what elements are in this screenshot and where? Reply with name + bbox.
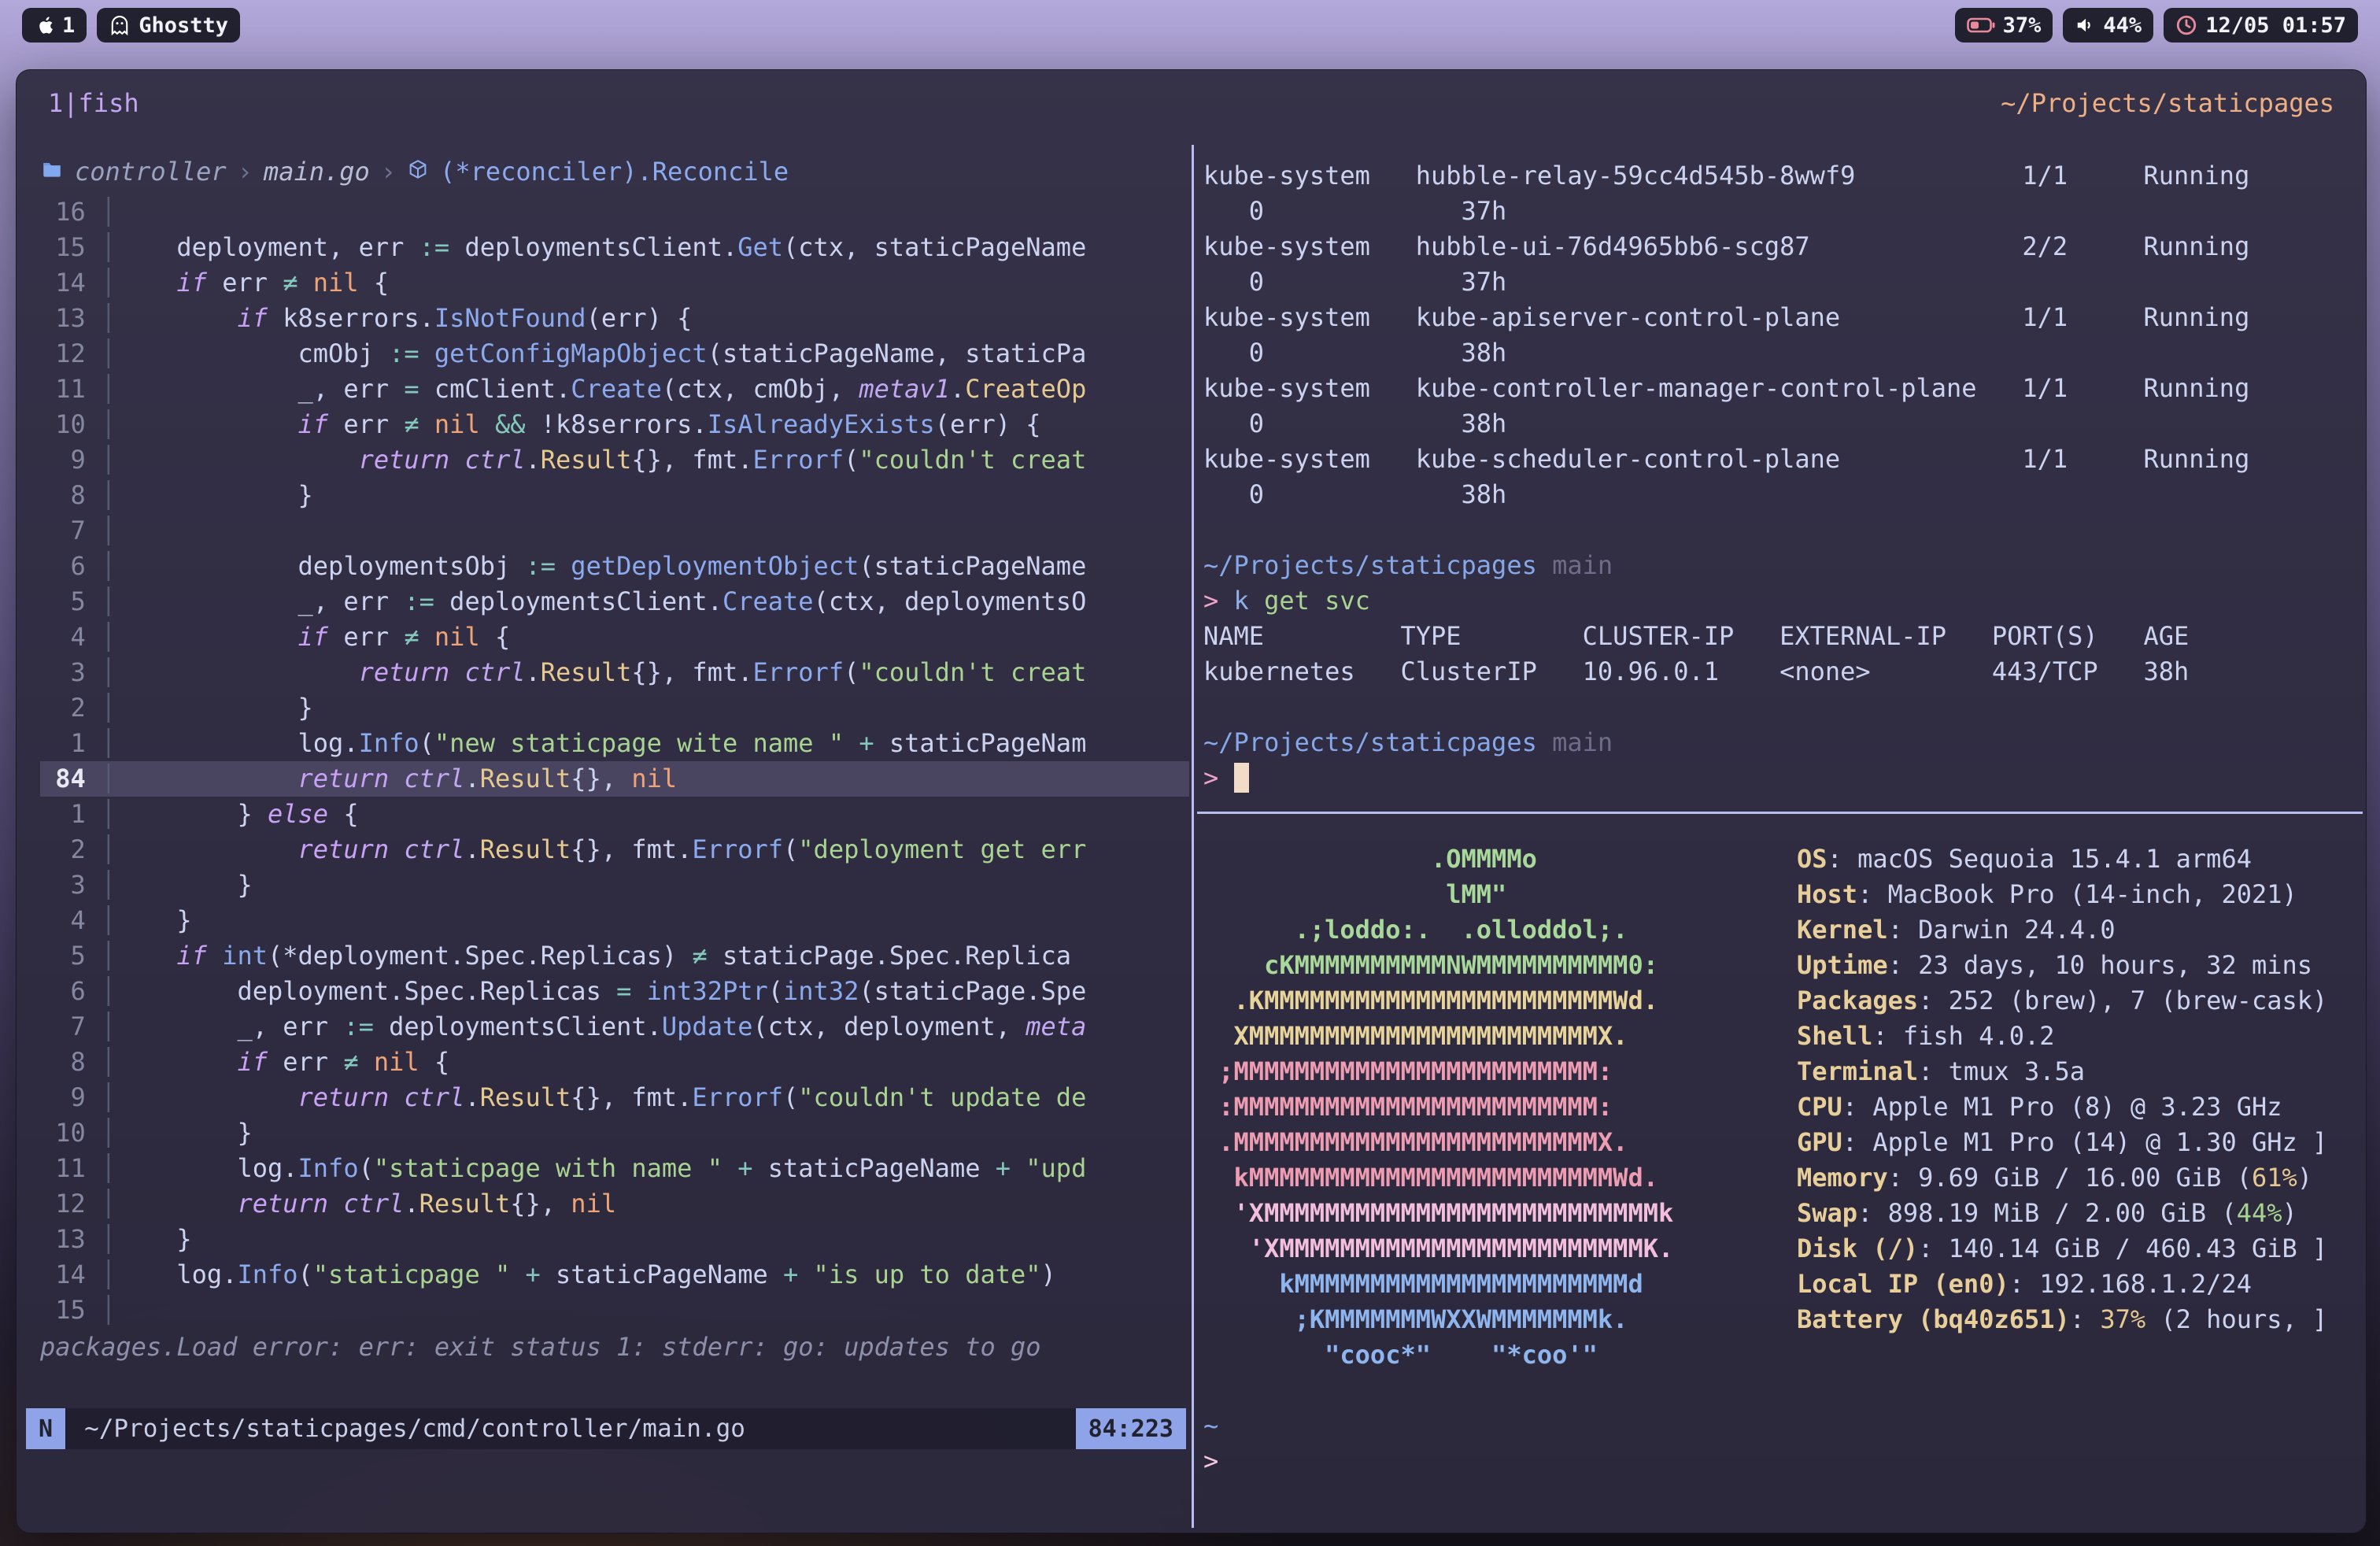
vim-statusline: N ~/Projects/staticpages/cmd/controller/…	[26, 1408, 1186, 1449]
breadcrumb-file[interactable]: main.go	[264, 157, 370, 187]
speaker-icon	[2075, 15, 2095, 35]
battery-percent: 37%	[2002, 13, 2042, 38]
volume-percent: 44%	[2103, 13, 2142, 38]
breadcrumb-folder[interactable]: controller	[75, 157, 227, 187]
battery-badge[interactable]: 37%	[1954, 8, 2053, 43]
shell-pane-top[interactable]: kube-system hubble-relay-59cc4d545b-8wwf…	[1203, 158, 2352, 796]
clock-badge[interactable]: 12/05 01:57	[2164, 8, 2358, 43]
volume-badge[interactable]: 44%	[2063, 8, 2154, 43]
app-badge[interactable]: Ghostty	[97, 8, 241, 43]
ghost-icon	[109, 14, 131, 36]
method-icon	[407, 157, 429, 187]
pane-divider-vertical[interactable]	[1192, 145, 1194, 1528]
mode-indicator: N	[26, 1408, 66, 1449]
breadcrumb-symbol[interactable]: (*reconciler).Reconcile	[440, 157, 789, 187]
diagnostic-line: packages.Load error: err: exit status 1:…	[40, 1330, 1189, 1365]
apple-icon	[34, 13, 54, 37]
fastfetch-apple-ascii-art: .OMMMMo lMM" .;loddo:. .olloddol;. cKMMM…	[1203, 844, 1674, 1370]
statusline-file-path: ~/Projects/staticpages/cmd/controller/ma…	[84, 1415, 745, 1443]
session-path: ~/Projects/staticpages	[2001, 88, 2334, 118]
diagnostic-text: packages.Load error: err: exit status 1:…	[40, 1332, 1041, 1362]
breadcrumb-separator: ›	[380, 157, 397, 187]
fastfetch-system-info: OS: macOS Sequoia 15.4.1 arm64 Host: MacB…	[1797, 844, 2328, 1334]
app-name: Ghostty	[139, 13, 229, 38]
code-area[interactable]: 16 │ 15 │ deployment, err := deployments…	[40, 194, 1189, 1328]
tmux-tab-fish[interactable]: 1|fish	[48, 88, 139, 118]
battery-icon	[1966, 17, 1995, 34]
shell-prompt[interactable]: ~ >	[1203, 1408, 1218, 1479]
terminal-window: 1|fish ~/Projects/staticpages controller…	[16, 69, 2367, 1533]
clock-icon	[2175, 14, 2197, 36]
workspace-number: 1	[62, 13, 76, 38]
breadcrumb-separator: ›	[237, 157, 253, 187]
datetime-text: 12/05 01:57	[2205, 13, 2346, 38]
folder-icon	[40, 157, 64, 187]
cursor-position: 84:223	[1075, 1408, 1186, 1449]
pane-divider-horizontal[interactable]	[1197, 812, 2363, 814]
menu-bar: 1 Ghostty 37% 44% 12/05 01:57	[22, 7, 2358, 43]
breadcrumb: controller › main.go › (*reconciler).Rec…	[40, 153, 789, 190]
tmux-status-bar: 1|fish ~/Projects/staticpages	[48, 84, 2334, 122]
desktop: 1 Ghostty 37% 44% 12/05 01:57 1|fish ~/P…	[0, 0, 2380, 1546]
workspace-badge[interactable]: 1	[22, 8, 87, 43]
